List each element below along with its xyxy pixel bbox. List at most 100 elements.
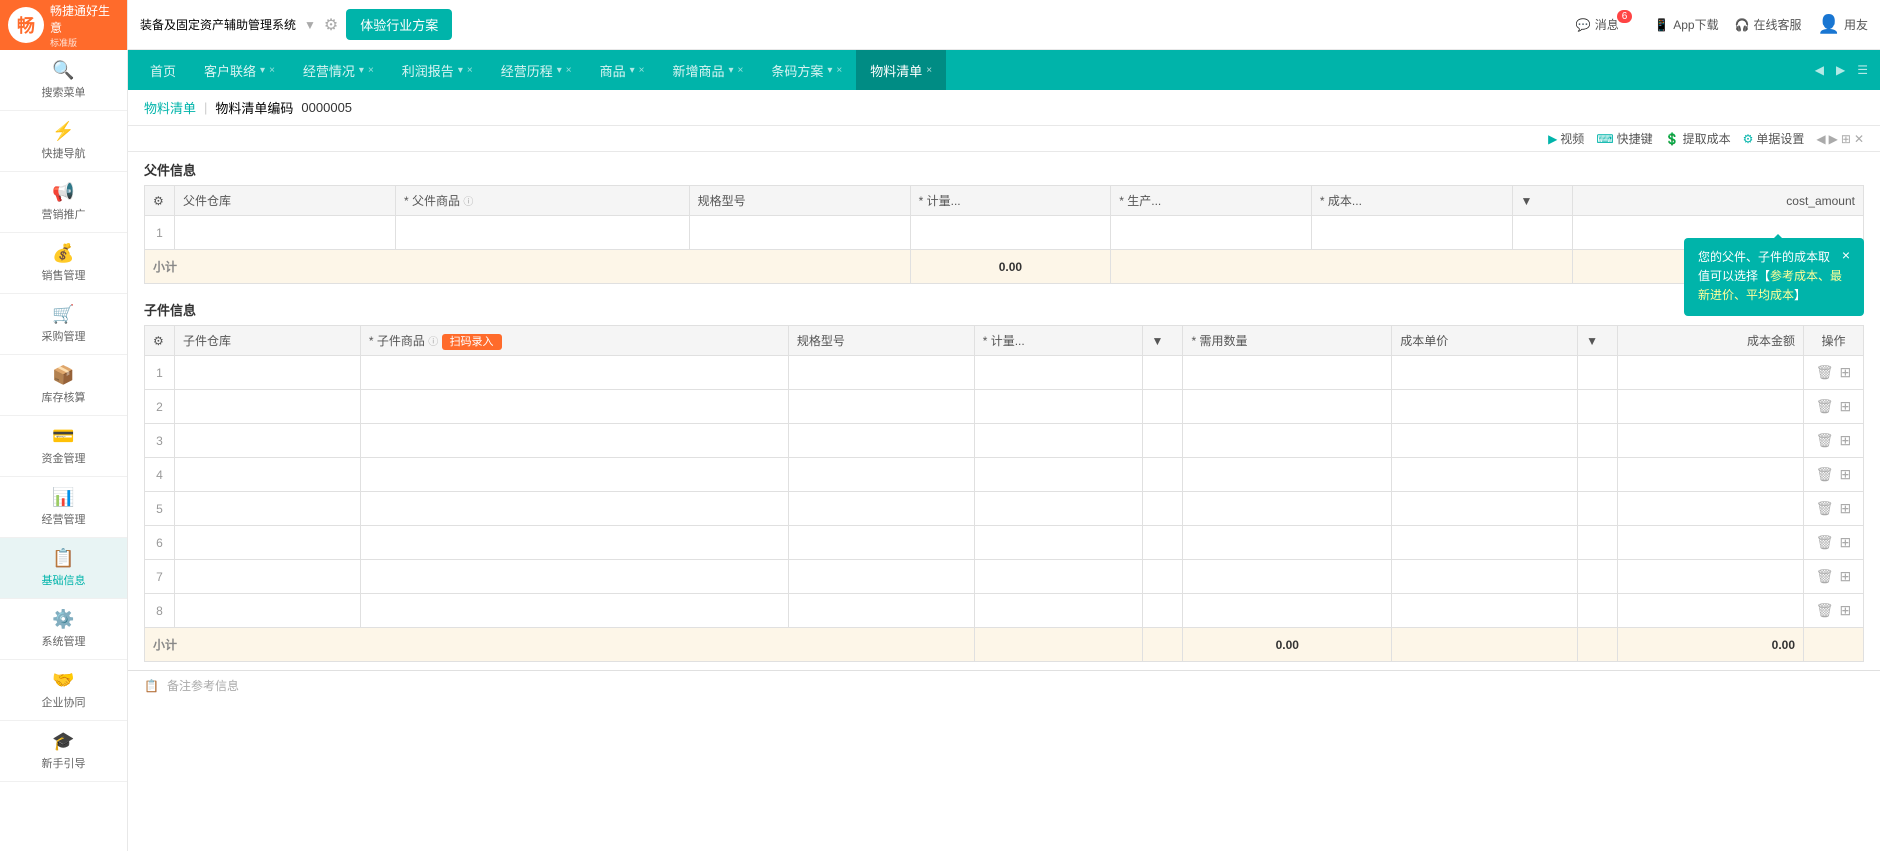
child-product-4[interactable] [360,458,788,492]
child-unit-7[interactable] [974,560,1143,594]
delete-icon-8[interactable]: 🗑 [1816,602,1834,619]
tab-operations[interactable]: 经营情况 ▾ × [289,50,388,90]
delete-icon-5[interactable]: 🗑 [1816,500,1834,517]
parent-col-gear[interactable]: ⚙ [145,186,175,216]
child-unit-cost-5[interactable] [1392,492,1578,526]
tab-history[interactable]: 经营历程 ▾ × [487,50,586,90]
parent-produce-1[interactable] [1111,216,1312,250]
delete-icon-7[interactable]: 🗑 [1816,568,1834,585]
delete-icon-3[interactable]: 🗑 [1816,432,1834,449]
child-warehouse-4[interactable] [175,458,361,492]
child-spec-1[interactable] [788,356,974,390]
tab-new-products[interactable]: 新增商品 ▾ × [658,50,757,90]
child-cost-amount-4[interactable] [1618,458,1804,492]
tab-history-close[interactable]: × [566,65,572,76]
service-button[interactable]: 🎧 在线客服 [1735,16,1802,33]
get-cost-button[interactable]: 💲 提取成本 [1665,130,1731,147]
parent-cost-1[interactable] [1311,216,1512,250]
child-cost-amount-7[interactable] [1618,560,1804,594]
tab-operations-close[interactable]: × [368,65,374,76]
copy-icon-2[interactable]: ⊞ [1840,398,1852,415]
tab-barcode-close[interactable]: × [836,65,842,76]
parent-unit-1[interactable] [910,216,1111,250]
child-cost-amount-1[interactable] [1618,356,1804,390]
shortcut-button[interactable]: ⌨ 快捷键 [1596,130,1652,147]
child-warehouse-2[interactable] [175,390,361,424]
tab-bom-close[interactable]: × [926,65,932,76]
sidebar-item-guide[interactable]: 🎓 新手引导 [0,721,127,782]
child-unit-cost-2[interactable] [1392,390,1578,424]
child-product-2[interactable] [360,390,788,424]
child-qty-2[interactable] [1183,390,1392,424]
child-product-1[interactable] [360,356,788,390]
app-download-button[interactable]: 📱 App下载 [1654,16,1718,33]
view-video-button[interactable]: ▶ 视频 [1548,130,1584,147]
child-warehouse-5[interactable] [175,492,361,526]
dropdown-icon[interactable]: ▼ [304,18,316,32]
child-unit-cost-8[interactable] [1392,594,1578,628]
single-settings-button[interactable]: ⚙ 单据设置 [1743,130,1805,147]
tab-home[interactable]: 首页 [136,50,190,90]
child-product-8[interactable] [360,594,788,628]
child-warehouse-7[interactable] [175,560,361,594]
child-unit-1[interactable] [974,356,1143,390]
child-unit-cost-4[interactable] [1392,458,1578,492]
child-qty-1[interactable] [1183,356,1392,390]
sidebar-item-search[interactable]: 🔍 搜索菜单 [0,50,127,111]
tab-customers[interactable]: 客户联络 ▾ × [190,50,289,90]
sidebar-item-basic[interactable]: 📋 基础信息 [0,538,127,599]
copy-icon-7[interactable]: ⊞ [1840,568,1852,585]
child-qty-3[interactable] [1183,424,1392,458]
child-qty-6[interactable] [1183,526,1392,560]
copy-icon-3[interactable]: ⊞ [1840,432,1852,449]
delete-icon-2[interactable]: 🗑 [1816,398,1834,415]
sidebar-item-quicknav[interactable]: ⚡ 快捷导航 [0,111,127,172]
child-qty-8[interactable] [1183,594,1392,628]
child-unit-5[interactable] [974,492,1143,526]
copy-icon-4[interactable]: ⊞ [1840,466,1852,483]
child-warehouse-6[interactable] [175,526,361,560]
child-qty-5[interactable] [1183,492,1392,526]
child-unit-cost-6[interactable] [1392,526,1578,560]
nav-right-icon[interactable]: ▶ [1829,132,1838,146]
child-spec-6[interactable] [788,526,974,560]
tooltip-close-button[interactable]: × [1842,248,1850,262]
tab-customers-close[interactable]: × [269,65,275,76]
tab-products-close[interactable]: × [639,65,645,76]
parent-warehouse-1[interactable] [175,216,396,250]
user-button[interactable]: 👤 用友 [1818,14,1868,35]
child-unit-2[interactable] [974,390,1143,424]
sidebar-item-operations[interactable]: 📊 经营管理 [0,477,127,538]
child-spec-4[interactable] [788,458,974,492]
child-product-7[interactable] [360,560,788,594]
grid-view-icon[interactable]: ⊞ [1841,132,1851,146]
child-spec-7[interactable] [788,560,974,594]
child-unit-cost-7[interactable] [1392,560,1578,594]
delete-icon-1[interactable]: 🗑 [1816,364,1834,381]
tab-products[interactable]: 商品 ▾ × [586,50,659,90]
child-unit-4[interactable] [974,458,1143,492]
child-unit-3[interactable] [974,424,1143,458]
sidebar-item-sales[interactable]: 💰 销售管理 [0,233,127,294]
copy-icon-1[interactable]: ⊞ [1840,364,1852,381]
message-button[interactable]: 💬 消息 6 [1576,16,1639,33]
tab-new-products-close[interactable]: × [738,65,744,76]
sidebar-item-marketing[interactable]: 📢 营销推广 [0,172,127,233]
scan-input-button[interactable]: 扫码录入 [442,334,502,350]
sidebar-item-system[interactable]: ⚙️ 系统管理 [0,599,127,660]
tab-prev-icon[interactable]: ◀ [1811,63,1828,77]
breadcrumb-bom[interactable]: 物料清单 [144,98,196,117]
child-spec-8[interactable] [788,594,974,628]
sidebar-item-inventory[interactable]: 📦 库存核算 [0,355,127,416]
sidebar-item-purchase[interactable]: 🛒 采购管理 [0,294,127,355]
child-spec-3[interactable] [788,424,974,458]
child-spec-5[interactable] [788,492,974,526]
child-unit-8[interactable] [974,594,1143,628]
child-unit-cost-3[interactable] [1392,424,1578,458]
parent-product-1[interactable] [396,216,690,250]
child-qty-7[interactable] [1183,560,1392,594]
sidebar-item-finance[interactable]: 💳 资金管理 [0,416,127,477]
child-product-5[interactable] [360,492,788,526]
tab-profit[interactable]: 利润报告 ▾ × [388,50,487,90]
bom-code-input[interactable] [301,100,401,115]
